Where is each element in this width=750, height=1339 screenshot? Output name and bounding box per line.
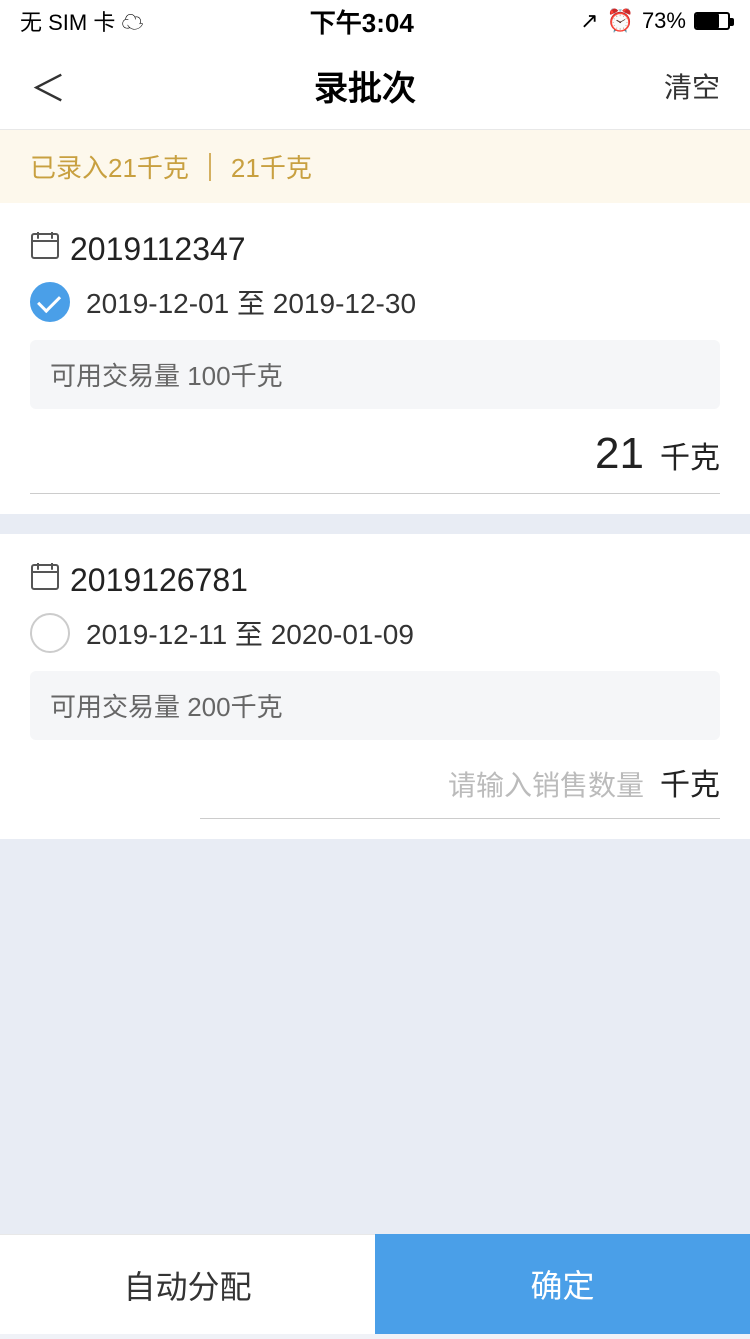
radio-2[interactable] [30, 613, 70, 653]
input-row-2: 请输入销售数量 千克 [0, 740, 750, 818]
bottom-bar: 自动分配 确定 [0, 1234, 750, 1334]
info-value: 21千克 [231, 148, 312, 185]
status-right: ↗ ⏰ 73% [580, 8, 730, 34]
batch-id-2: 2019126781 [70, 562, 248, 599]
nav-bar: ＜ 录批次 清空 [0, 42, 750, 130]
auto-distribute-button[interactable]: 自动分配 [0, 1234, 375, 1334]
batch-date-row-1[interactable]: 2019-12-01 至 2019-12-30 [30, 282, 720, 322]
status-bar: 无 SIM 卡 ☁ 下午3:04 ↗ ⏰ 73% [0, 0, 750, 42]
info-divider [209, 153, 211, 181]
quantity-unit-1: 千克 [660, 433, 720, 477]
batch-date-2: 2019-12-11 至 2020-01-09 [86, 613, 414, 653]
batch-date-1: 2019-12-01 至 2019-12-30 [86, 282, 416, 322]
batch-card-1: 2019112347 2019-12-01 至 2019-12-30 可用交易量… [0, 203, 750, 514]
sim-label: 无 SIM 卡 ☁ [20, 5, 143, 37]
availability-box-1: 可用交易量 100千克 [30, 340, 720, 409]
batch-item-1: 2019112347 2019-12-01 至 2019-12-30 可用交易量… [0, 203, 750, 409]
battery-icon [694, 12, 730, 30]
availability-box-2: 可用交易量 200千克 [30, 671, 720, 740]
main-content: 已录入21千克 21千克 2019112347 2019-12-01 至 2 [0, 130, 750, 1339]
batch-icon-1 [30, 232, 60, 267]
location-icon: ↗ [580, 8, 598, 34]
input-unit-2: 千克 [660, 760, 720, 804]
quantity-row-1: 21 千克 [0, 409, 750, 493]
info-banner: 已录入21千克 21千克 [0, 130, 750, 203]
batch-header-2: 2019126781 [30, 562, 720, 599]
back-button[interactable]: ＜ [30, 60, 66, 112]
clear-button[interactable]: 清空 [664, 66, 720, 106]
batch-id-1: 2019112347 [70, 231, 246, 268]
section-divider [0, 514, 750, 534]
availability-text-2: 可用交易量 200千克 [50, 692, 283, 722]
status-time: 下午3:04 [310, 3, 414, 40]
input-placeholder-2: 请输入销售数量 [448, 764, 644, 804]
quantity-value-1[interactable]: 21 [595, 429, 644, 479]
recorded-label: 已录入21千克 [30, 148, 189, 185]
batch-card-2: 2019126781 2019-12-11 至 2020-01-09 可用交易量… [0, 534, 750, 839]
battery-label: 73% [642, 8, 686, 34]
confirm-button[interactable]: 确定 [375, 1234, 750, 1334]
radio-1[interactable] [30, 282, 70, 322]
availability-text-1: 可用交易量 100千克 [50, 361, 283, 391]
batch-header-1: 2019112347 [30, 231, 720, 268]
batch-icon-2 [30, 563, 60, 598]
page-title: 录批次 [314, 61, 416, 110]
status-left: 无 SIM 卡 ☁ [20, 5, 143, 37]
batch-item-2: 2019126781 2019-12-11 至 2020-01-09 可用交易量… [0, 534, 750, 740]
gray-area [0, 839, 750, 1239]
batch-date-row-2[interactable]: 2019-12-11 至 2020-01-09 [30, 613, 720, 653]
alarm-icon: ⏰ [607, 8, 634, 34]
